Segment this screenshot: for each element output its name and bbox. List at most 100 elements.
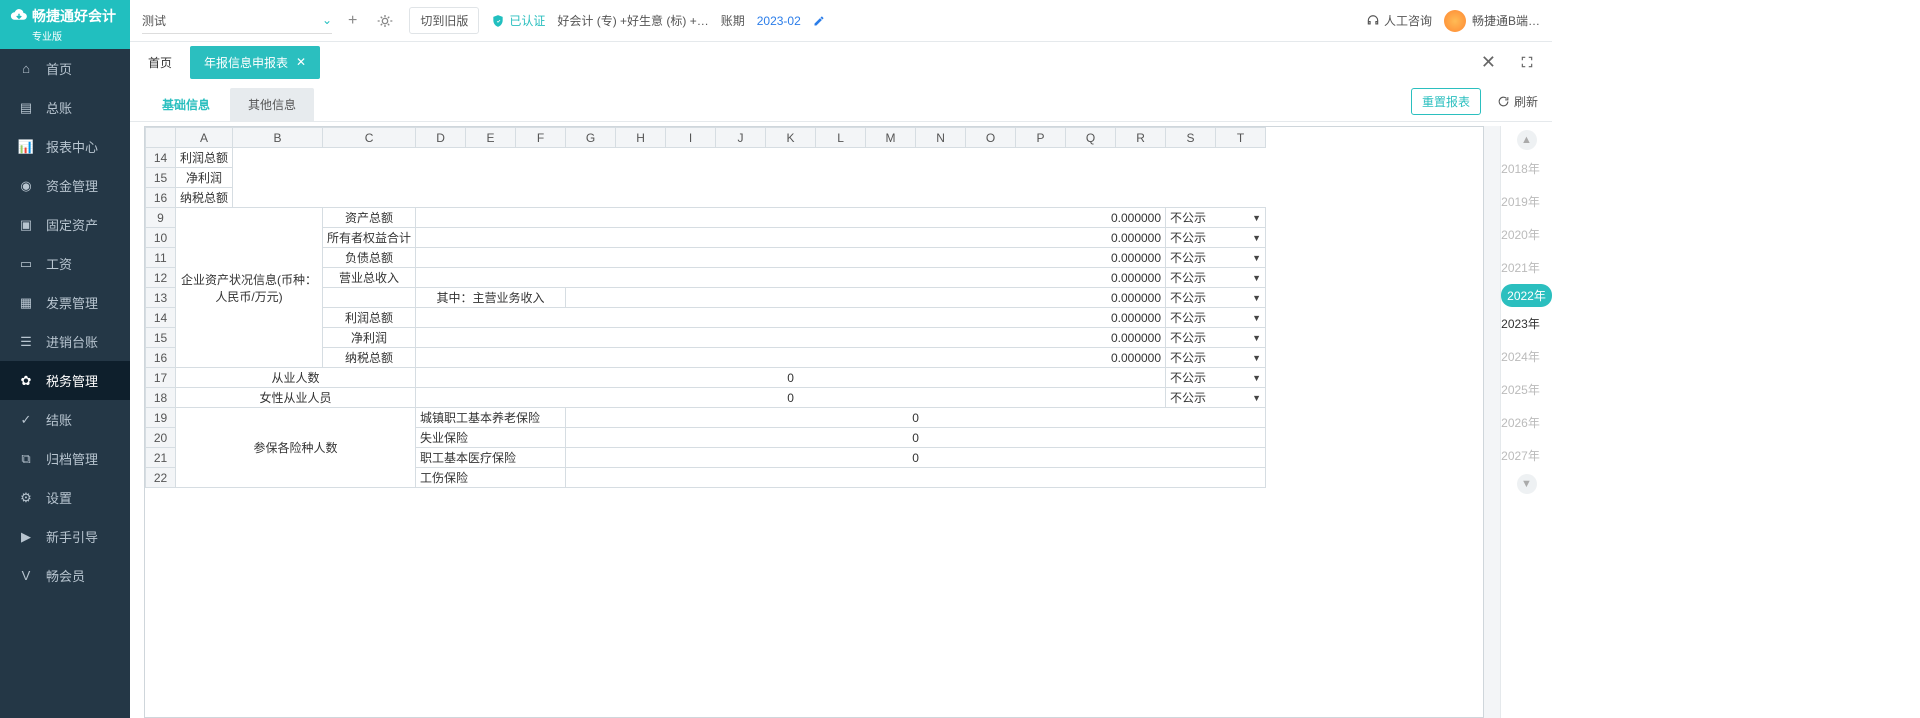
col-K[interactable]: K: [766, 128, 816, 148]
owner-equity-value[interactable]: 0.000000: [416, 228, 1166, 248]
col-A[interactable]: A: [176, 128, 233, 148]
col-P[interactable]: P: [1016, 128, 1066, 148]
row-21[interactable]: 21: [146, 448, 176, 468]
row-14[interactable]: 14: [146, 308, 176, 328]
main-rev-pub[interactable]: 不公示▼: [1166, 288, 1266, 308]
scrollbar-vertical[interactable]: [1484, 126, 1500, 718]
corner-cell[interactable]: [146, 128, 176, 148]
col-N[interactable]: N: [916, 128, 966, 148]
year-2020年[interactable]: 2020年: [1501, 218, 1552, 251]
total-liab-value[interactable]: 0.000000: [416, 248, 1166, 268]
main-rev-value[interactable]: 0.000000: [566, 288, 1166, 308]
total-rev-pub[interactable]: 不公示▼: [1166, 268, 1266, 288]
row-11[interactable]: 11: [146, 248, 176, 268]
col-R[interactable]: R: [1116, 128, 1166, 148]
total-assets-pub[interactable]: 不公示▼: [1166, 208, 1266, 228]
row-19[interactable]: 19: [146, 408, 176, 428]
add-company-button[interactable]: +: [344, 10, 361, 32]
year-2026年[interactable]: 2026年: [1501, 406, 1552, 439]
year-2022年[interactable]: 2022年: [1501, 284, 1552, 307]
close-icon[interactable]: ✕: [296, 55, 306, 69]
nav-item-stock[interactable]: ☰进销台账: [0, 322, 130, 361]
row-10[interactable]: 10: [146, 228, 176, 248]
tab-home[interactable]: 首页: [144, 48, 176, 77]
nav-item-vip[interactable]: V畅会员: [0, 556, 130, 595]
total-profit-pub[interactable]: 不公示▼: [1166, 308, 1266, 328]
nav-item-tax[interactable]: ✿税务管理: [0, 361, 130, 400]
row-15[interactable]: 15: [146, 328, 176, 348]
tax-total-value[interactable]: 0.000000: [416, 348, 1166, 368]
nav-item-funds[interactable]: ◉资金管理: [0, 166, 130, 205]
row-14[interactable]: 14: [146, 148, 176, 168]
row-17[interactable]: 17: [146, 368, 176, 388]
year-2019年[interactable]: 2019年: [1501, 185, 1552, 218]
total-liab-pub[interactable]: 不公示▼: [1166, 248, 1266, 268]
subtab-basic[interactable]: 基础信息: [144, 88, 228, 121]
row-12[interactable]: 12: [146, 268, 176, 288]
pencil-icon[interactable]: [813, 15, 825, 27]
period-value[interactable]: 2023-02: [757, 14, 801, 28]
row-16[interactable]: 16: [146, 188, 176, 208]
year-2021年[interactable]: 2021年: [1501, 251, 1552, 284]
female-emp-pub[interactable]: 不公示▼: [1166, 388, 1266, 408]
ins-pension-value[interactable]: 0: [566, 408, 1266, 428]
col-H[interactable]: H: [616, 128, 666, 148]
col-J[interactable]: J: [716, 128, 766, 148]
subtab-other[interactable]: 其他信息: [230, 88, 314, 121]
company-select[interactable]: 测试 ⌄: [142, 8, 332, 34]
total-profit-value[interactable]: 0.000000: [416, 308, 1166, 328]
year-2023年[interactable]: 2023年: [1501, 307, 1552, 340]
spreadsheet[interactable]: ABCDEFGHIJKLMNOPQRST14利润总额15净利润16纳税总额9企业…: [144, 126, 1484, 718]
col-O[interactable]: O: [966, 128, 1016, 148]
year-2018年[interactable]: 2018年: [1501, 152, 1552, 185]
nav-item-ledger[interactable]: ▤总账: [0, 88, 130, 127]
col-G[interactable]: G: [566, 128, 616, 148]
nav-item-report[interactable]: 📊报表中心: [0, 127, 130, 166]
col-L[interactable]: L: [816, 128, 866, 148]
net-profit-pub[interactable]: 不公示▼: [1166, 328, 1266, 348]
refresh-button[interactable]: 刷新: [1497, 93, 1538, 110]
emp-count-pub[interactable]: 不公示▼: [1166, 368, 1266, 388]
row-22[interactable]: 22: [146, 468, 176, 488]
col-M[interactable]: M: [866, 128, 916, 148]
total-rev-value[interactable]: 0.000000: [416, 268, 1166, 288]
col-B[interactable]: B: [233, 128, 323, 148]
col-F[interactable]: F: [516, 128, 566, 148]
nav-item-archive[interactable]: ⧉归档管理: [0, 439, 130, 478]
year-2024年[interactable]: 2024年: [1501, 340, 1552, 373]
col-T[interactable]: T: [1216, 128, 1266, 148]
col-S[interactable]: S: [1166, 128, 1216, 148]
emp-count-value[interactable]: 0: [416, 368, 1166, 388]
row-16[interactable]: 16: [146, 348, 176, 368]
user-menu[interactable]: 畅捷通B端…: [1444, 10, 1540, 32]
row-13[interactable]: 13: [146, 288, 176, 308]
nav-item-invoice[interactable]: ▦发票管理: [0, 283, 130, 322]
reset-button[interactable]: 重置报表: [1411, 88, 1481, 115]
row-15[interactable]: 15: [146, 168, 176, 188]
ins-medical-value[interactable]: 0: [566, 448, 1266, 468]
col-D[interactable]: D: [416, 128, 466, 148]
nav-item-home[interactable]: ⌂首页: [0, 49, 130, 88]
year-down-button[interactable]: ▼: [1517, 474, 1537, 494]
row-20[interactable]: 20: [146, 428, 176, 448]
row-9[interactable]: 9: [146, 208, 176, 228]
female-emp-value[interactable]: 0: [416, 388, 1166, 408]
col-C[interactable]: C: [323, 128, 416, 148]
year-up-button[interactable]: ▲: [1517, 130, 1537, 150]
fullscreen-icon[interactable]: [1516, 53, 1538, 71]
ins-injury-value[interactable]: [566, 468, 1266, 488]
total-assets-value[interactable]: 0.000000: [416, 208, 1166, 228]
tax-total-pub[interactable]: 不公示▼: [1166, 348, 1266, 368]
nav-item-close[interactable]: ✓结账: [0, 400, 130, 439]
col-E[interactable]: E: [466, 128, 516, 148]
nav-item-settings[interactable]: ⚙设置: [0, 478, 130, 517]
ins-unemp-value[interactable]: 0: [566, 428, 1266, 448]
nav-item-salary[interactable]: ▭工资: [0, 244, 130, 283]
switch-old-button[interactable]: 切到旧版: [409, 7, 479, 34]
col-Q[interactable]: Q: [1066, 128, 1116, 148]
nav-item-guide[interactable]: ▶新手引导: [0, 517, 130, 556]
net-profit-value[interactable]: 0.000000: [416, 328, 1166, 348]
year-2025年[interactable]: 2025年: [1501, 373, 1552, 406]
row-18[interactable]: 18: [146, 388, 176, 408]
owner-equity-pub[interactable]: 不公示▼: [1166, 228, 1266, 248]
